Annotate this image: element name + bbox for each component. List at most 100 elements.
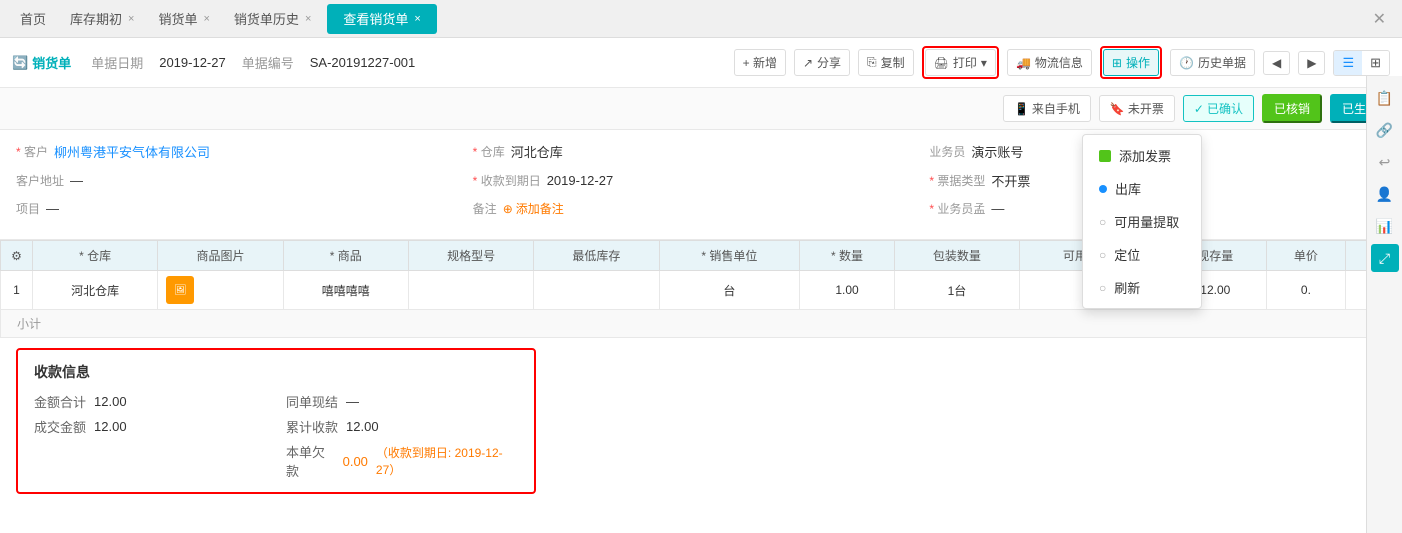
tab-view-sales-label: 查看销货单 bbox=[343, 9, 408, 28]
receipt-grid: 金额合计 12.00 同单现结 — 成交金额 12.00 累计收款 12.00 … bbox=[34, 392, 518, 480]
same-order-value: — bbox=[346, 394, 359, 409]
project-field: 项目 — bbox=[16, 200, 473, 217]
cell-product: 嘻嘻嘻嘻 bbox=[283, 271, 408, 310]
warehouse-value: 河北仓库 bbox=[511, 142, 563, 161]
balance-value: 0.00 bbox=[343, 454, 368, 469]
tab-view-sales-close[interactable]: × bbox=[414, 13, 420, 25]
view-list-button[interactable]: ☰ bbox=[1334, 51, 1362, 75]
sidebar-return-icon[interactable]: ↩ bbox=[1371, 148, 1399, 176]
operation-highlight-box: ⊞ 操作 bbox=[1100, 46, 1162, 79]
due-date-field: 收款到期日 2019-12-27 bbox=[473, 172, 930, 189]
tab-inventory[interactable]: 库存期初 × bbox=[58, 0, 146, 38]
tab-view-sales[interactable]: 查看销货单 × bbox=[327, 4, 436, 34]
date-label: 单据日期 bbox=[91, 53, 143, 72]
sidebar-chart-icon[interactable]: 📊 bbox=[1371, 212, 1399, 240]
tab-sales-history[interactable]: 销货单历史 × bbox=[222, 0, 323, 38]
number-label: 单据编号 bbox=[242, 53, 294, 72]
mobile-icon: 📱 bbox=[1014, 102, 1029, 116]
available-pickup-icon: ○ bbox=[1099, 215, 1106, 229]
cumulative-item: 累计收款 12.00 bbox=[286, 417, 518, 436]
cell-unit-price: 0. bbox=[1266, 271, 1345, 310]
print-icon: 🖨 bbox=[934, 56, 949, 70]
due-date-value: 2019-12-27 bbox=[547, 173, 614, 188]
transaction-item: 成交金额 12.00 bbox=[34, 417, 266, 436]
confirmed-button[interactable]: ✓ 已确认 bbox=[1183, 95, 1254, 122]
tab-bar: 首页 库存期初 × 销货单 × 销货单历史 × 查看销货单 × ✕ bbox=[0, 0, 1402, 38]
add-note-button[interactable]: ⊕ 添加备注 bbox=[503, 200, 564, 217]
staff2-label: 业务员孟 bbox=[929, 200, 985, 217]
share-button[interactable]: ↗ 分享 bbox=[794, 49, 850, 76]
cumulative-label: 累计收款 bbox=[286, 417, 338, 436]
copy-icon: ⎘ bbox=[867, 55, 877, 70]
tab-sales-history-label: 销货单历史 bbox=[234, 9, 299, 28]
tab-inventory-close[interactable]: × bbox=[128, 13, 134, 25]
logistics-button[interactable]: 🚚 物流信息 bbox=[1007, 49, 1092, 76]
th-product: * 商品 bbox=[283, 241, 408, 271]
th-spec: 规格型号 bbox=[408, 241, 533, 271]
locate-label: 定位 bbox=[1114, 245, 1140, 264]
toolbar-row: 📱 来自手机 🔖 未开票 ✓ 已确认 已核销 已生效 bbox=[0, 88, 1402, 130]
sidebar-note-icon[interactable]: 📋 bbox=[1371, 84, 1399, 112]
receipt-info-box: 收款信息 金额合计 12.00 同单现结 — 成交金额 12.00 累计收款 1… bbox=[16, 348, 536, 494]
tab-sales[interactable]: 销货单 × bbox=[146, 0, 221, 38]
voided-button[interactable]: 已核销 bbox=[1262, 94, 1322, 123]
prev-button[interactable]: ◀ bbox=[1263, 51, 1290, 75]
history-button[interactable]: 🕐 历史单据 bbox=[1170, 49, 1255, 76]
receipt-title: 收款信息 bbox=[34, 362, 518, 382]
refresh-label: 刷新 bbox=[1114, 278, 1140, 297]
total-amount-label: 金额合计 bbox=[34, 392, 86, 411]
number-value: SA-20191227-001 bbox=[310, 55, 416, 70]
doc-actions: + 新增 ↗ 分享 ⎘ 复制 🖨 打印 ▾ 🚚 bbox=[734, 46, 1390, 79]
dropdown-stock-out[interactable]: 出库 bbox=[1083, 172, 1201, 205]
subtotal-cell: 小计 bbox=[1, 310, 1402, 338]
tab-sales-close[interactable]: × bbox=[203, 13, 209, 25]
main-content: 🔄 销货单 单据日期 2019-12-27 单据编号 SA-20191227-0… bbox=[0, 38, 1402, 533]
total-amount-item: 金额合计 12.00 bbox=[34, 392, 266, 411]
tab-sales-history-close[interactable]: × bbox=[305, 13, 311, 25]
customer-value[interactable]: 柳州粤港平安气体有限公司 bbox=[54, 142, 210, 161]
ticket-icon: 🔖 bbox=[1110, 102, 1125, 116]
print-highlight-box: 🖨 打印 ▾ bbox=[922, 46, 999, 79]
doc-title-icon: 🔄 bbox=[12, 55, 28, 71]
ticket-value: 不开票 bbox=[991, 171, 1030, 190]
customer-field: 客户 柳州粤港平安气体有限公司 bbox=[16, 142, 473, 161]
print-button[interactable]: 🖨 打印 ▾ bbox=[925, 49, 996, 76]
dropdown-add-invoice[interactable]: 添加发票 bbox=[1083, 139, 1201, 172]
transaction-value: 12.00 bbox=[94, 419, 127, 434]
view-grid-button[interactable]: ⊞ bbox=[1362, 51, 1389, 75]
from-mobile-button[interactable]: 📱 来自手机 bbox=[1003, 95, 1091, 122]
note-field: 备注 ⊕ 添加备注 bbox=[473, 200, 930, 217]
tab-home[interactable]: 首页 bbox=[8, 0, 58, 38]
staff2-value: — bbox=[991, 201, 1004, 216]
dropdown-available-pickup[interactable]: ○ 可用量提取 bbox=[1083, 205, 1201, 238]
doc-title-text: 销货单 bbox=[32, 53, 71, 72]
refresh-icon: ○ bbox=[1099, 281, 1106, 295]
history-icon: 🕐 bbox=[1179, 56, 1194, 70]
logistics-icon: 🚚 bbox=[1016, 56, 1031, 70]
dropdown-refresh[interactable]: ○ 刷新 bbox=[1083, 271, 1201, 304]
product-image: 🖼 bbox=[166, 276, 194, 304]
balance-item: 本单欠款 0.00 （收款到期日: 2019-12-27） bbox=[286, 442, 518, 480]
sidebar-link-icon[interactable]: 🔗 bbox=[1371, 116, 1399, 144]
locate-icon: ○ bbox=[1099, 248, 1106, 262]
operation-button[interactable]: ⊞ 操作 bbox=[1103, 49, 1159, 76]
doc-header: 🔄 销货单 单据日期 2019-12-27 单据编号 SA-20191227-0… bbox=[0, 38, 1402, 88]
same-order-item: 同单现结 — bbox=[286, 392, 518, 411]
th-warehouse: * 仓库 bbox=[33, 241, 158, 271]
available-pickup-label: 可用量提取 bbox=[1114, 212, 1179, 231]
new-button[interactable]: + 新增 bbox=[734, 49, 786, 76]
window-close-button[interactable]: ✕ bbox=[1365, 9, 1394, 29]
th-min-stock: 最低库存 bbox=[534, 241, 659, 271]
next-button[interactable]: ▶ bbox=[1298, 51, 1325, 75]
note-label: 备注 bbox=[473, 200, 497, 217]
warehouse-label: 仓库 bbox=[473, 143, 505, 160]
sidebar-expand-icon[interactable]: ⤢ bbox=[1371, 244, 1399, 272]
not-open-button[interactable]: 🔖 未开票 bbox=[1099, 95, 1175, 122]
copy-button[interactable]: ⎘ 复制 bbox=[858, 49, 914, 76]
doc-title: 🔄 销货单 bbox=[12, 53, 71, 72]
staff-value: 演示账号 bbox=[971, 142, 1023, 161]
doc-meta: 单据日期 2019-12-27 单据编号 SA-20191227-001 bbox=[91, 53, 733, 72]
th-pack-qty: 包装数量 bbox=[894, 241, 1019, 271]
sidebar-user-icon[interactable]: 👤 bbox=[1371, 180, 1399, 208]
dropdown-locate[interactable]: ○ 定位 bbox=[1083, 238, 1201, 271]
